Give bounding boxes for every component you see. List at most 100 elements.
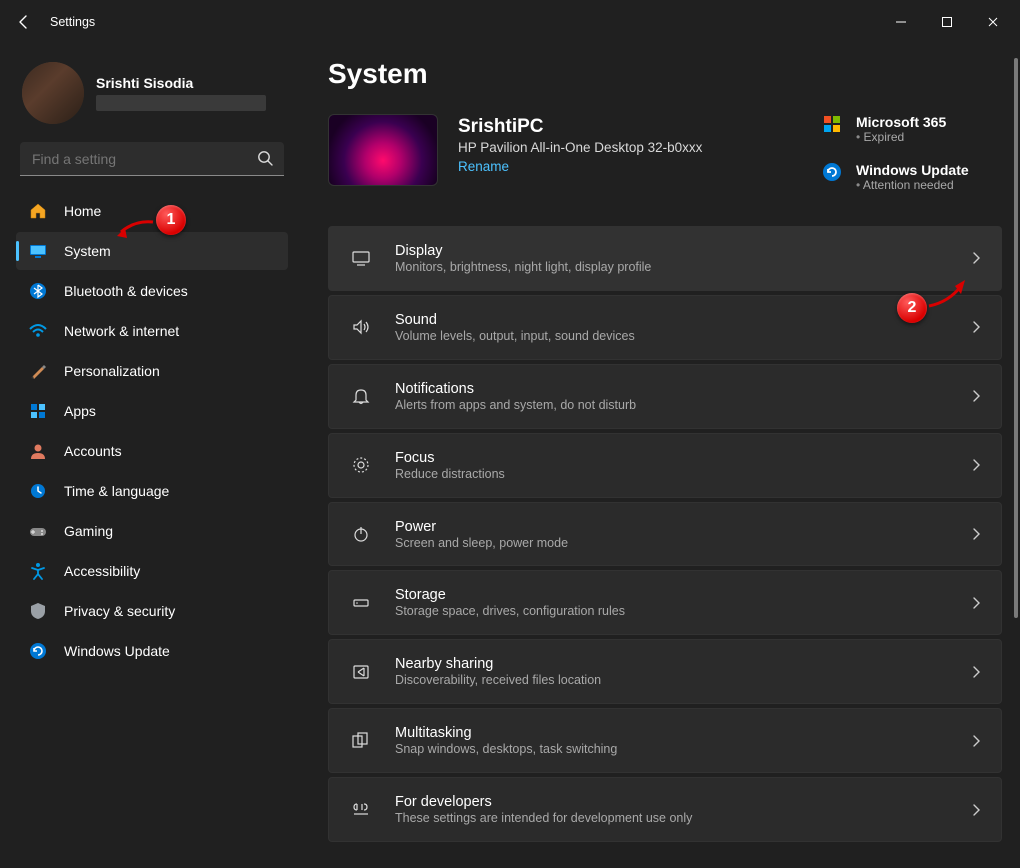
window-title: Settings <box>50 15 95 29</box>
card-title: Power <box>395 519 949 535</box>
notifications-icon <box>347 382 375 410</box>
accessibility-icon <box>26 559 50 583</box>
sidebar-item-label: Home <box>64 203 101 219</box>
card-subtitle: Monitors, brightness, night light, displ… <box>395 260 949 274</box>
sidebar-item-label: Bluetooth & devices <box>64 283 188 299</box>
card-focus[interactable]: FocusReduce distractions <box>328 433 1002 498</box>
time-icon <box>26 479 50 503</box>
card-subtitle: Reduce distractions <box>395 467 949 481</box>
chevron-right-icon <box>969 389 983 403</box>
card-nearby[interactable]: Nearby sharingDiscoverability, received … <box>328 639 1002 704</box>
sidebar-item-label: Windows Update <box>64 643 170 659</box>
card-title: Focus <box>395 450 949 466</box>
chevron-right-icon <box>969 527 983 541</box>
sidebar-item-label: Time & language <box>64 483 169 499</box>
card-notifications[interactable]: NotificationsAlerts from apps and system… <box>328 364 1002 429</box>
home-icon <box>26 199 50 223</box>
maximize-button[interactable] <box>924 6 970 38</box>
network-icon <box>26 319 50 343</box>
device-section: SrishtiPC HP Pavilion All-in-One Desktop… <box>328 114 1002 192</box>
device-model: HP Pavilion All-in-One Desktop 32-b0xxx <box>458 140 802 155</box>
card-subtitle: These settings are intended for developm… <box>395 811 949 825</box>
main-content: System SrishtiPC HP Pavilion All-in-One … <box>300 44 1020 868</box>
focus-icon <box>347 451 375 479</box>
sidebar-item-bluetooth[interactable]: Bluetooth & devices <box>16 272 288 310</box>
update-icon <box>26 639 50 663</box>
card-developers[interactable]: For developersThese settings are intende… <box>328 777 1002 842</box>
sidebar-item-system[interactable]: System <box>16 232 288 270</box>
back-button[interactable] <box>4 2 44 42</box>
card-subtitle: Volume levels, output, input, sound devi… <box>395 329 949 343</box>
windows-update-status[interactable]: Windows Update Attention needed <box>822 162 1002 192</box>
profile-email-redacted <box>96 95 266 111</box>
titlebar: Settings <box>0 0 1020 44</box>
power-icon <box>347 520 375 548</box>
sidebar-item-label: Accessibility <box>64 563 140 579</box>
card-title: For developers <box>395 794 949 810</box>
sidebar-item-update[interactable]: Windows Update <box>16 632 288 670</box>
chevron-right-icon <box>969 458 983 472</box>
sidebar-item-privacy[interactable]: Privacy & security <box>16 592 288 630</box>
nearby-icon <box>347 658 375 686</box>
card-multitasking[interactable]: MultitaskingSnap windows, desktops, task… <box>328 708 1002 773</box>
sidebar-item-label: Accounts <box>64 443 122 459</box>
microsoft-365-status[interactable]: Microsoft 365 Expired <box>822 114 1002 144</box>
sidebar-item-label: System <box>64 243 111 259</box>
storage-icon <box>347 589 375 617</box>
right-title: Microsoft 365 <box>856 114 946 130</box>
search-field[interactable] <box>20 142 284 176</box>
sidebar-item-label: Privacy & security <box>64 603 175 619</box>
minimize-button[interactable] <box>878 6 924 38</box>
search-icon <box>256 149 274 167</box>
card-subtitle: Screen and sleep, power mode <box>395 536 949 550</box>
gaming-icon <box>26 519 50 543</box>
card-title: Nearby sharing <box>395 656 949 672</box>
sidebar: Srishti Sisodia Home System Bluetooth & … <box>0 44 300 868</box>
card-title: Sound <box>395 312 949 328</box>
card-subtitle: Snap windows, desktops, task switching <box>395 742 949 756</box>
privacy-icon <box>26 599 50 623</box>
apps-icon <box>26 399 50 423</box>
sidebar-item-time[interactable]: Time & language <box>16 472 288 510</box>
device-name: SrishtiPC <box>458 116 802 138</box>
rename-link[interactable]: Rename <box>458 159 509 174</box>
profile[interactable]: Srishti Sisodia <box>22 62 282 124</box>
card-title: Multitasking <box>395 725 949 741</box>
chevron-right-icon <box>969 320 983 334</box>
window-controls <box>878 6 1016 38</box>
sidebar-item-home[interactable]: Home <box>16 192 288 230</box>
page-title: System <box>328 58 1002 90</box>
sidebar-item-network[interactable]: Network & internet <box>16 312 288 350</box>
card-title: Notifications <box>395 381 949 397</box>
card-sound[interactable]: SoundVolume levels, output, input, sound… <box>328 295 1002 360</box>
search-input[interactable] <box>20 142 284 176</box>
sidebar-item-accessibility[interactable]: Accessibility <box>16 552 288 590</box>
chevron-right-icon <box>969 734 983 748</box>
device-thumbnail[interactable] <box>328 114 438 186</box>
right-status: Attention needed <box>856 178 969 192</box>
sound-icon <box>347 313 375 341</box>
developers-icon <box>347 796 375 824</box>
sidebar-item-apps[interactable]: Apps <box>16 392 288 430</box>
profile-name: Srishti Sisodia <box>96 75 266 91</box>
scrollbar-thumb[interactable] <box>1014 58 1018 618</box>
card-display[interactable]: DisplayMonitors, brightness, night light… <box>328 226 1002 291</box>
sidebar-item-personalization[interactable]: Personalization <box>16 352 288 390</box>
card-subtitle: Alerts from apps and system, do not dist… <box>395 398 949 412</box>
sidebar-item-label: Network & internet <box>64 323 179 339</box>
settings-list: DisplayMonitors, brightness, night light… <box>328 226 1002 842</box>
accounts-icon <box>26 439 50 463</box>
sidebar-item-gaming[interactable]: Gaming <box>16 512 288 550</box>
right-title: Windows Update <box>856 162 969 178</box>
scrollbar[interactable] <box>1014 58 1018 868</box>
sidebar-item-label: Gaming <box>64 523 113 539</box>
card-storage[interactable]: StorageStorage space, drives, configurat… <box>328 570 1002 635</box>
close-button[interactable] <box>970 6 1016 38</box>
bluetooth-icon <box>26 279 50 303</box>
display-icon <box>347 244 375 272</box>
chevron-right-icon <box>969 251 983 265</box>
card-title: Display <box>395 243 949 259</box>
microsoft-365-icon <box>822 114 844 136</box>
sidebar-item-accounts[interactable]: Accounts <box>16 432 288 470</box>
card-power[interactable]: PowerScreen and sleep, power mode <box>328 502 1002 567</box>
